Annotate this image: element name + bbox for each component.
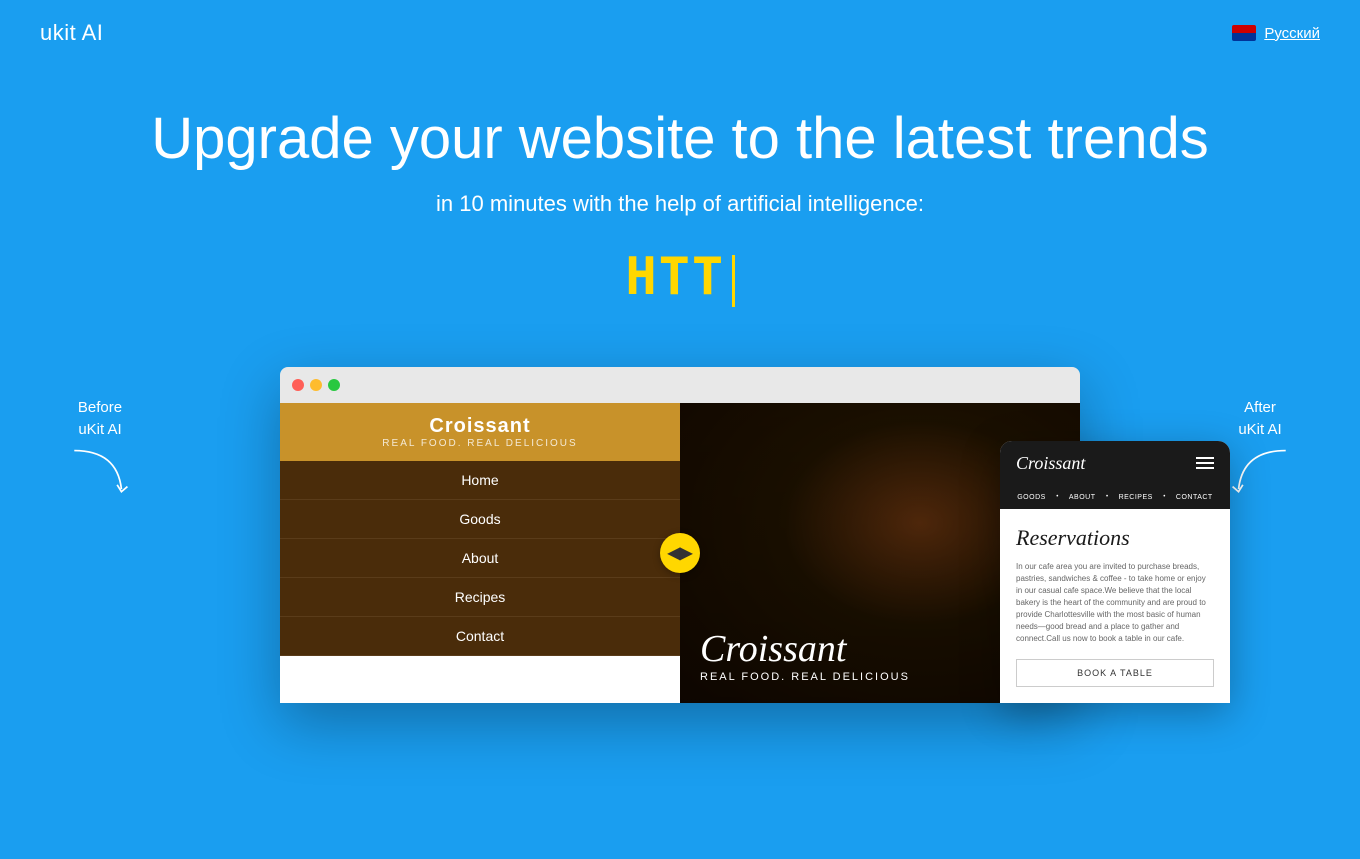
- split-view: Croissant REAL FOOD. REAL DELICIOUS Home…: [280, 403, 1080, 703]
- nav-item-recipes[interactable]: Recipes: [280, 578, 680, 617]
- old-site-title: Croissant: [280, 415, 680, 438]
- cursor-blink: [732, 255, 735, 307]
- mobile-section-title: Reservations: [1016, 525, 1214, 551]
- browser-bar: [280, 367, 1080, 403]
- nav-item-about[interactable]: About: [280, 539, 680, 578]
- mobile-nav-recipes[interactable]: RECIPES: [1119, 494, 1153, 501]
- mobile-nav-strip: GOODS • ABOUT • RECIPES • CONTACT: [1000, 486, 1230, 509]
- mobile-nav-goods[interactable]: GOODS: [1017, 494, 1046, 501]
- new-site-name: Croissant: [700, 627, 1060, 671]
- nav-item-home[interactable]: Home: [280, 461, 680, 500]
- old-site: Croissant REAL FOOD. REAL DELICIOUS Home…: [280, 403, 680, 703]
- browser-dot-minimize: [310, 379, 322, 391]
- logo: ukit AI: [40, 20, 103, 46]
- hero-title: Upgrade your website to the latest trend…: [40, 106, 1320, 173]
- mobile-header: Croissant: [1000, 441, 1230, 486]
- header: ukit AI Русский: [0, 0, 1360, 66]
- new-site-tagline: REAL FOOD. REAL DELICIOUS: [700, 671, 1060, 683]
- browser-container: Croissant REAL FOOD. REAL DELICIOUS Home…: [0, 367, 1360, 703]
- typed-text: HTT: [625, 247, 725, 307]
- nav-item-goods[interactable]: Goods: [280, 500, 680, 539]
- hero-subtitle: in 10 minutes with the help of artificia…: [40, 191, 1320, 217]
- flag-icon: [1232, 25, 1256, 41]
- hero-section: Upgrade your website to the latest trend…: [0, 66, 1360, 327]
- language-switcher[interactable]: Русский: [1232, 25, 1320, 42]
- new-site-brand: Croissant REAL FOOD. REAL DELICIOUS: [700, 627, 1060, 683]
- typed-text-container: HTT: [40, 247, 1320, 307]
- mobile-nav-contact[interactable]: CONTACT: [1176, 494, 1213, 501]
- old-site-tagline: REAL FOOD. REAL DELICIOUS: [280, 438, 680, 449]
- divider-toggle-button[interactable]: ◀▶: [660, 533, 700, 573]
- nav-item-contact[interactable]: Contact: [280, 617, 680, 656]
- old-site-header: Croissant REAL FOOD. REAL DELICIOUS: [280, 403, 680, 461]
- browser-dot-fullscreen: [328, 379, 340, 391]
- hamburger-icon[interactable]: [1196, 457, 1214, 469]
- mobile-nav-about[interactable]: ABOUT: [1069, 494, 1096, 501]
- browser-window: Croissant REAL FOOD. REAL DELICIOUS Home…: [280, 367, 1080, 703]
- language-label[interactable]: Русский: [1264, 25, 1320, 42]
- divider-arrows-icon: ◀▶: [668, 543, 693, 563]
- browser-dot-close: [292, 379, 304, 391]
- comparison-section: Before uKit AI After uKit AI: [0, 367, 1360, 703]
- mobile-logo: Croissant: [1016, 453, 1085, 474]
- old-site-nav: Home Goods About Recipes Contact: [280, 461, 680, 656]
